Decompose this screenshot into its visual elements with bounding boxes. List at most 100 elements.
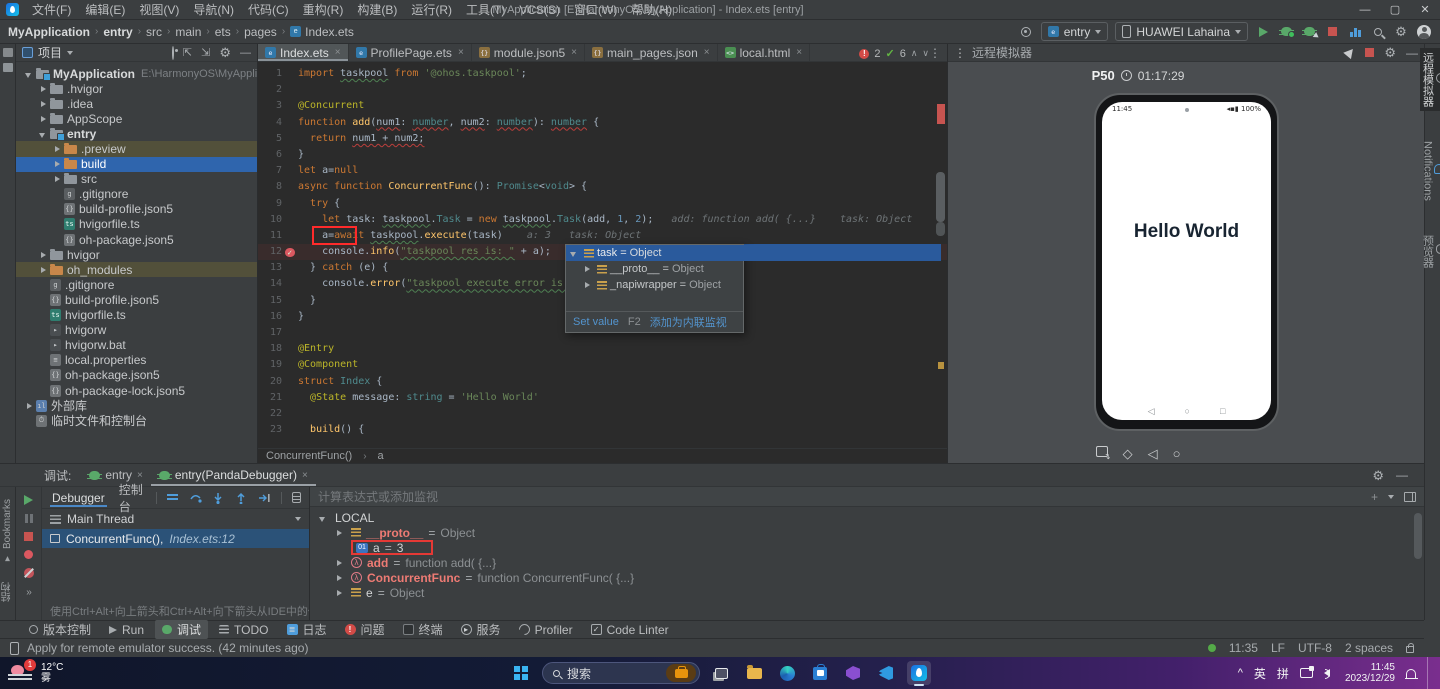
tree-row-src[interactable]: src <box>16 172 257 187</box>
line-number[interactable]: 22 <box>258 406 282 422</box>
hide-panel-icon[interactable]: — <box>240 47 251 59</box>
tree-row-外部库[interactable]: ıl 外部库 <box>16 398 257 413</box>
project-tool-icon[interactable] <box>2 63 13 72</box>
scrollbar-thumb[interactable] <box>936 172 945 222</box>
chevron-right-icon[interactable] <box>52 159 62 169</box>
chevron-right-icon[interactable] <box>334 588 344 598</box>
step-out-icon[interactable] <box>235 492 248 504</box>
tree-row-.idea[interactable]: .idea <box>16 96 257 111</box>
tab-close-icon[interactable]: × <box>335 47 341 58</box>
tree-row-hvigorw.bat[interactable]: ▸ hvigorw.bat <box>16 338 257 353</box>
tree-row-hvigorfile.ts[interactable]: ts hvigorfile.ts <box>16 308 257 323</box>
chevron-right-icon[interactable] <box>334 558 344 568</box>
tray-expand-icon[interactable]: ^ <box>1238 667 1243 679</box>
vscode-button[interactable] <box>874 661 898 685</box>
emulator-home-icon[interactable]: ○ <box>1173 446 1181 462</box>
collapse-all-icon[interactable]: ⇲ <box>201 46 210 59</box>
tree-row-临时文件和控制台[interactable]: ⏱ 临时文件和控制台 <box>16 413 257 428</box>
gutter[interactable] <box>282 276 298 292</box>
code-line-2[interactable]: 2 <box>258 82 947 98</box>
task-view-button[interactable] <box>709 661 733 685</box>
tree-row-build-profile.json5[interactable]: {} build-profile.json5 <box>16 292 257 307</box>
scope-row[interactable]: LOCAL <box>310 510 1424 525</box>
structure-tool-button[interactable]: 结构 <box>0 582 15 602</box>
chevron-right-icon[interactable] <box>52 174 62 184</box>
bottom-tool-Profiler[interactable]: Profiler <box>512 621 580 638</box>
tree-row-.preview[interactable]: .preview <box>16 141 257 157</box>
code-line-10[interactable]: 10 let task: taskpool.Task = new taskpoo… <box>258 212 947 228</box>
code-line-7[interactable]: 7 let a=null <box>258 163 947 179</box>
rotate-icon[interactable]: ◇ <box>1123 446 1133 462</box>
editor-breadcrumb-item[interactable]: ConcurrentFunc() <box>266 450 352 462</box>
editor-tab-local.html[interactable]: <> local.html × <box>718 44 811 61</box>
gutter[interactable] <box>282 163 298 179</box>
chevron-down-icon[interactable] <box>569 248 579 258</box>
popup-row-__proto__[interactable]: __proto__ = Object <box>566 261 743 277</box>
pin-icon[interactable] <box>1343 45 1358 60</box>
locate-file-icon[interactable] <box>171 45 174 60</box>
more-icon[interactable]: ⋮ <box>954 46 966 60</box>
minimize-button[interactable]: — <box>1350 0 1380 20</box>
bottom-tool-调试[interactable]: 调试 <box>155 620 209 639</box>
tray-clock[interactable]: 11:45 2023/12/29 <box>1345 662 1395 684</box>
menu-item[interactable]: 导航(N) <box>186 0 241 20</box>
editor-tab-Index.ets[interactable]: e Index.ets × <box>258 44 349 61</box>
code-line-22[interactable]: 22 <box>258 406 947 422</box>
variable-row-a[interactable]: 01 a = 3 <box>310 540 1424 555</box>
breadcrumb-item[interactable]: MyApplication <box>8 25 90 39</box>
gutter[interactable] <box>282 325 298 341</box>
breadcrumb-item[interactable]: main <box>175 25 201 39</box>
emulator-settings-icon[interactable]: ⚙ <box>1384 46 1396 59</box>
chevron-right-icon[interactable] <box>52 144 62 154</box>
tab-debugger[interactable]: Debugger <box>50 489 107 507</box>
gutter[interactable] <box>282 260 298 276</box>
line-number[interactable]: 12 <box>258 244 282 260</box>
stack-frame-row[interactable]: ConcurrentFunc(), Index.ets:12 <box>42 529 309 548</box>
search-everywhere-button[interactable] <box>1370 24 1386 40</box>
bottom-tool-版本控制[interactable]: 版本控制 <box>22 620 98 639</box>
tab-close-icon[interactable]: × <box>458 47 464 58</box>
line-number[interactable]: 20 <box>258 374 282 390</box>
tree-row-oh_modules[interactable]: oh_modules <box>16 262 257 278</box>
editor-breadcrumb-item[interactable]: a <box>378 450 384 462</box>
evaluate-expression-icon[interactable] <box>292 492 301 503</box>
menu-item[interactable]: 编辑(E) <box>78 0 132 20</box>
step-over-icon[interactable] <box>189 492 202 504</box>
gutter[interactable] <box>282 374 298 390</box>
stop-debug-button[interactable] <box>24 532 33 541</box>
file-explorer-button[interactable] <box>742 661 766 685</box>
chevron-right-icon[interactable] <box>582 264 592 274</box>
line-number[interactable]: 2 <box>258 82 282 98</box>
breadcrumb-item[interactable]: entry <box>103 25 132 39</box>
code-line-20[interactable]: 20 struct Index { <box>258 374 947 390</box>
line-number[interactable]: 14 <box>258 276 282 292</box>
bottom-tool-问题[interactable]: ! 问题 <box>338 620 392 639</box>
phone-screen[interactable]: 11:45 ◂▪▮ 100% Hello World ◁ ○ □ <box>1102 102 1271 420</box>
chevron-right-icon[interactable] <box>334 528 344 538</box>
gutter[interactable] <box>282 406 298 422</box>
profiler-button[interactable] <box>1347 24 1363 40</box>
gutter[interactable] <box>282 115 298 131</box>
settings-gear-icon[interactable]: ⚙ <box>1393 24 1409 40</box>
line-number[interactable]: 17 <box>258 325 282 341</box>
start-button[interactable] <box>509 661 533 685</box>
code-line-5[interactable]: 5 return num1 + num2; <box>258 131 947 147</box>
indent-setting[interactable]: 2 spaces <box>1345 641 1393 655</box>
gutter[interactable] <box>282 131 298 147</box>
chevron-down-icon[interactable] <box>38 129 48 139</box>
menu-item[interactable]: 代码(C) <box>241 0 296 20</box>
chevron-down-icon[interactable] <box>318 513 328 523</box>
debug-button[interactable] <box>1278 24 1295 40</box>
view-breakpoints-icon[interactable] <box>24 550 33 559</box>
line-number[interactable]: 8 <box>258 179 282 195</box>
pause-button[interactable] <box>24 514 33 523</box>
debug-settings-icon[interactable]: ⚙ <box>1372 469 1384 482</box>
phone-recents-icon[interactable]: □ <box>1220 406 1225 417</box>
show-desktop-button[interactable] <box>1427 657 1430 689</box>
chevron-right-icon[interactable] <box>38 84 48 94</box>
layout-icon[interactable] <box>1404 491 1416 502</box>
breadcrumb-item[interactable]: Index.ets <box>305 25 354 39</box>
account-avatar[interactable] <box>1416 24 1432 40</box>
gutter[interactable] <box>282 66 298 82</box>
tree-row-local.properties[interactable]: ≡ local.properties <box>16 353 257 368</box>
